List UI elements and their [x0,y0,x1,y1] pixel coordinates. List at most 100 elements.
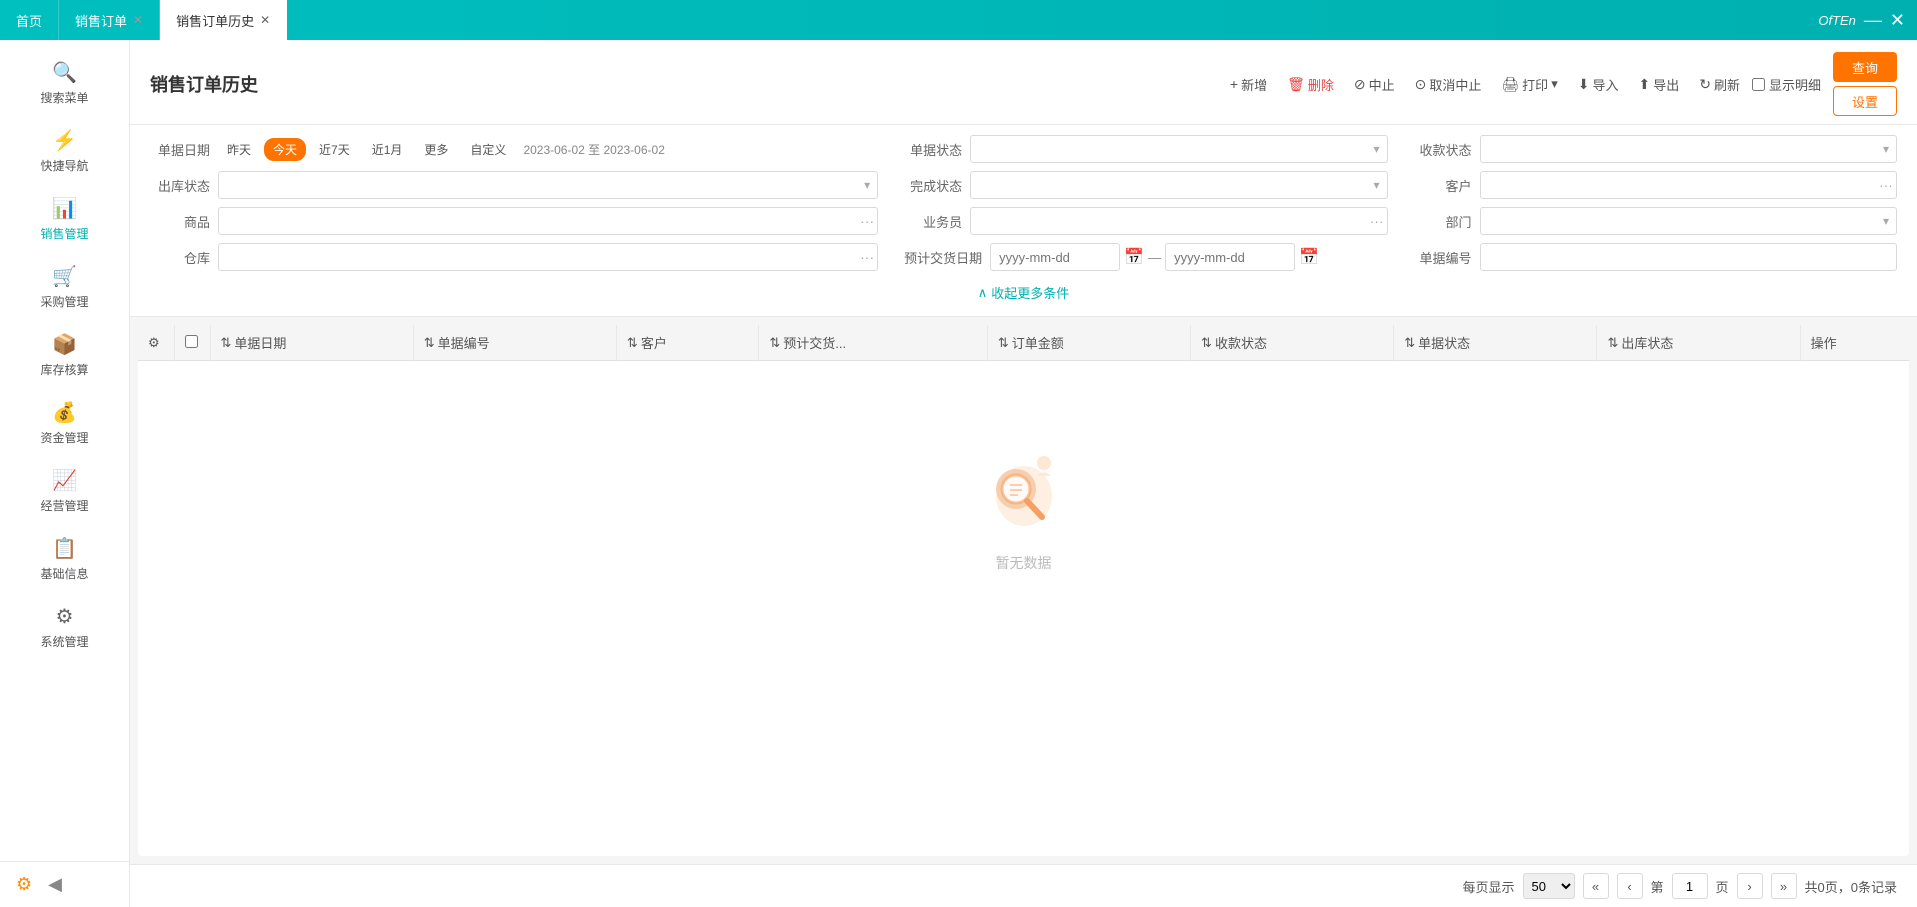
top-bar-right: OfTEn — ✕ [1810,10,1917,31]
display-detail-checkbox[interactable] [1752,78,1765,91]
prev-page-btn[interactable]: ‹ [1617,873,1643,899]
warehouse-input[interactable] [218,243,878,271]
th-outbound-status[interactable]: ⇅ 出库状态 [1597,325,1800,361]
filter-expected-date-field: 预计交货日期 📅 — 📅 [902,243,1387,271]
salesperson-ellipsis-btn[interactable]: ··· [1370,213,1384,229]
stop-btn[interactable]: ⊘ 中止 [1346,71,1403,98]
customer-input[interactable] [1480,171,1897,199]
tab-close-sales-order-history[interactable]: ✕ [260,13,270,27]
display-detail-toggle[interactable]: 显示明细 [1752,75,1821,94]
filter-row-4: 仓库 ··· 预计交货日期 📅 — 📅 [150,243,1897,271]
sidebar-item-basic-info[interactable]: 📋 基础信息 [0,524,129,592]
th-date[interactable]: ⇅ 单据日期 [210,325,413,361]
sidebar-settings-icon[interactable]: ⚙ [16,874,32,895]
filter-outbound-status-field: 出库状态 [150,171,878,199]
refresh-btn[interactable]: ↻ 刷新 [1691,71,1748,98]
empty-text: 暂无数据 [996,553,1052,573]
tab-home[interactable]: 首页 [0,0,59,40]
warehouse-input-wrapper: ··· [218,243,878,271]
first-page-btn[interactable]: « [1583,873,1609,899]
cancel-stop-btn[interactable]: ⊙ 取消中止 [1407,71,1490,98]
product-input-wrapper: ··· [218,207,878,235]
sidebar-collapse-icon[interactable]: ◀ [48,874,62,895]
close-window-btn[interactable]: ✕ [1890,10,1905,31]
tab-close-sales-order[interactable]: ✕ [133,13,143,27]
th-customer-sort[interactable]: ⇅ 客户 [627,333,748,352]
export-btn[interactable]: ⬆ 导出 [1630,71,1687,98]
filter-order-status-field: 单据状态 [902,135,1387,163]
sidebar-item-search[interactable]: 🔍 搜索菜单 [0,48,129,116]
collapse-btn[interactable]: ∧ 收起更多条件 [150,279,1897,306]
current-page-input[interactable] [1672,873,1708,899]
date-tab-more[interactable]: 更多 [415,138,457,161]
sidebar-item-quick-nav[interactable]: ⚡ 快捷导航 [0,116,129,184]
sidebar-item-operations[interactable]: 📈 经营管理 [0,456,129,524]
th-receipt-status-sort[interactable]: ⇅ 收款状态 [1201,333,1383,352]
completion-status-select[interactable] [970,171,1387,199]
page-size-select[interactable]: 50 10 20 100 [1523,873,1575,899]
product-input[interactable] [218,207,878,235]
th-date-sort[interactable]: ⇅ 单据日期 [221,333,403,352]
sidebar-item-purchase[interactable]: 🛒 采购管理 [0,252,129,320]
expected-date-start-icon[interactable]: 📅 [1124,247,1144,267]
customer-ellipsis-btn[interactable]: ··· [1879,177,1893,193]
import-icon: ⬇ [1578,76,1590,93]
sidebar-item-finance[interactable]: 💰 资金管理 [0,388,129,456]
th-order-status-sort[interactable]: ⇅ 单据状态 [1404,333,1586,352]
settings-button[interactable]: 设置 [1833,86,1897,116]
receipt-status-select[interactable] [1480,135,1897,163]
often-text: OfTEn [1818,13,1856,28]
expected-date-start[interactable] [990,243,1120,271]
expected-date-end-icon[interactable]: 📅 [1299,247,1319,267]
expected-date-end[interactable] [1165,243,1295,271]
product-ellipsis-btn[interactable]: ··· [860,213,874,229]
department-select-wrapper [1480,207,1897,235]
table-gear-icon[interactable]: ⚙ [148,335,160,350]
sort-icon-order-amount: ⇅ [998,335,1009,351]
th-order-status[interactable]: ⇅ 单据状态 [1394,325,1597,361]
th-expected-delivery-sort[interactable]: ⇅ 预计交货... [769,333,977,352]
tab-sales-order-history[interactable]: 销售订单历史 ✕ [160,0,287,40]
print-btn[interactable]: 🖨 打印 ▾ [1493,71,1565,98]
page-label-pre: 第 [1651,877,1664,896]
th-order-amount-sort[interactable]: ⇅ 订单金额 [998,333,1180,352]
th-order-number[interactable]: ⇅ 单据编号 [413,325,616,361]
order-status-select[interactable] [970,135,1387,163]
new-btn[interactable]: + 新增 [1222,71,1275,98]
import-btn[interactable]: ⬇ 导入 [1570,71,1627,98]
top-bar: 首页 销售订单 ✕ 销售订单历史 ✕ OfTEn — ✕ [0,0,1917,40]
th-settings[interactable]: ⚙ [138,325,174,361]
operations-icon: 📈 [52,468,77,493]
select-all-checkbox[interactable] [185,335,198,348]
date-tab-today[interactable]: 今天 [264,138,306,161]
order-number-input[interactable] [1480,243,1897,271]
date-tab-1month[interactable]: 近1月 [363,138,412,161]
query-button[interactable]: 查询 [1833,52,1897,82]
minimize-btn[interactable]: — [1864,10,1882,31]
salesperson-input[interactable] [970,207,1387,235]
tab-sales-order[interactable]: 销售订单 ✕ [59,0,160,40]
date-tab-yesterday[interactable]: 昨天 [218,138,260,161]
th-order-amount[interactable]: ⇅ 订单金额 [987,325,1190,361]
print-dropdown-icon: ▾ [1551,76,1558,92]
date-tab-custom[interactable]: 自定义 [461,138,515,161]
sidebar-item-inventory[interactable]: 📦 库存核算 [0,320,129,388]
th-expected-delivery[interactable]: ⇅ 预计交货... [759,325,988,361]
next-page-btn[interactable]: › [1737,873,1763,899]
receipt-status-label: 收款状态 [1412,140,1472,159]
sidebar-item-sales[interactable]: 📊 销售管理 [0,184,129,252]
warehouse-ellipsis-btn[interactable]: ··· [860,249,874,265]
th-checkbox[interactable] [174,325,210,361]
department-select[interactable] [1480,207,1897,235]
outbound-status-select[interactable] [218,171,878,199]
delete-btn[interactable]: 🗑 删除 [1279,71,1342,98]
last-page-btn[interactable]: » [1771,873,1797,899]
th-receipt-status[interactable]: ⇅ 收款状态 [1191,325,1394,361]
sidebar-item-system[interactable]: ⚙ 系统管理 [0,592,129,660]
date-tab-7days[interactable]: 近7天 [310,138,359,161]
th-order-number-sort[interactable]: ⇅ 单据编号 [424,333,606,352]
th-customer[interactable]: ⇅ 客户 [616,325,758,361]
product-label: 商品 [150,212,210,231]
table-header-row: ⚙ ⇅ 单据日期 ⇅ [138,325,1909,361]
th-outbound-status-sort[interactable]: ⇅ 出库状态 [1607,333,1789,352]
